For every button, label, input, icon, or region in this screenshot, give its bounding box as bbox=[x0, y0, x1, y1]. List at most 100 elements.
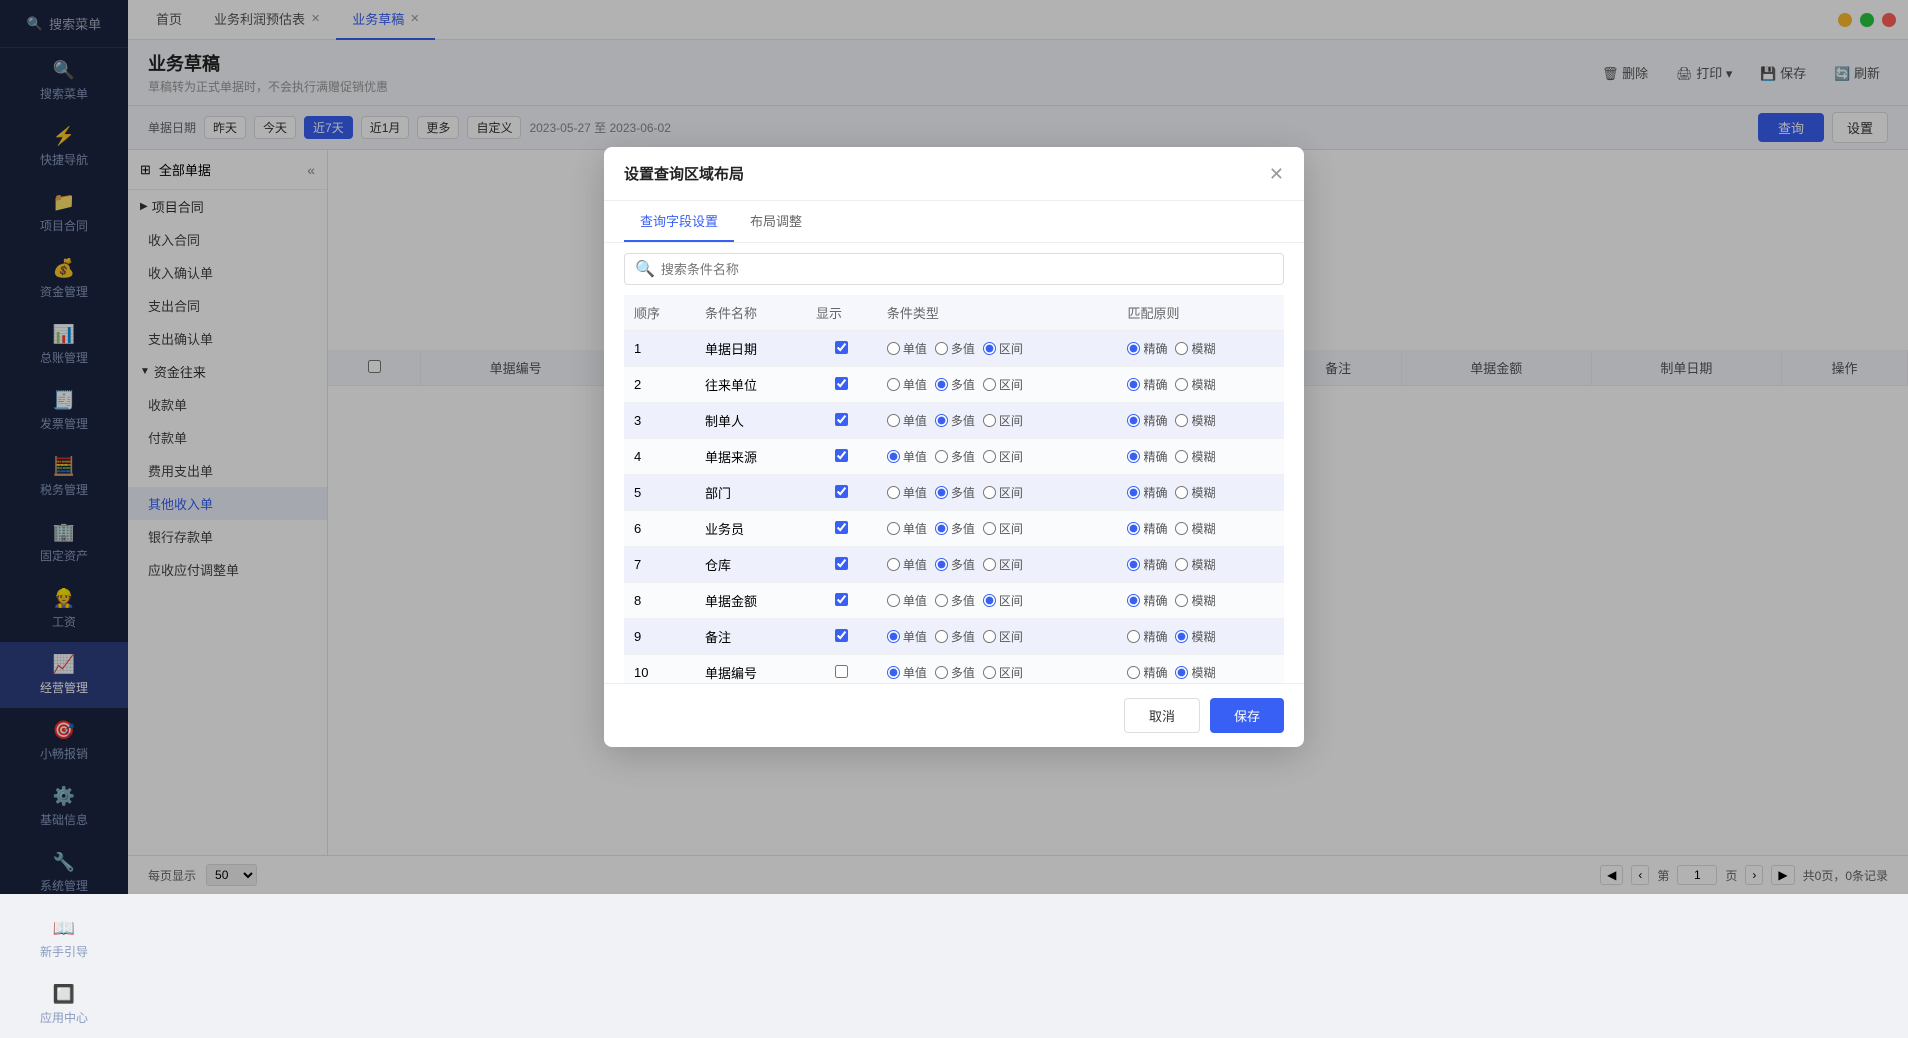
radio-type-多值[interactable]: 多值 bbox=[935, 376, 975, 393]
radio-rule-精确[interactable]: 精确 bbox=[1127, 412, 1167, 429]
cell-condtype: 单值 多值 区间 bbox=[877, 331, 1118, 367]
radio-type-单值[interactable]: 单值 bbox=[887, 376, 927, 393]
table-row: 7 仓库 单值 多值 区间 bbox=[624, 547, 1284, 583]
cell-name: 单据来源 bbox=[695, 439, 806, 475]
radio-rule-模糊[interactable]: 模糊 bbox=[1175, 520, 1215, 537]
cell-display[interactable] bbox=[806, 511, 877, 547]
radio-type-单值[interactable]: 单值 bbox=[887, 484, 927, 501]
cell-display[interactable] bbox=[806, 475, 877, 511]
cell-name: 单据编号 bbox=[695, 655, 806, 684]
radio-type-区间[interactable]: 区间 bbox=[983, 340, 1023, 357]
display-checkbox-3[interactable] bbox=[835, 449, 848, 462]
radio-rule-精确[interactable]: 精确 bbox=[1127, 340, 1167, 357]
display-checkbox-4[interactable] bbox=[835, 485, 848, 498]
cell-display[interactable] bbox=[806, 403, 877, 439]
radio-rule-模糊[interactable]: 模糊 bbox=[1175, 340, 1215, 357]
display-checkbox-6[interactable] bbox=[835, 557, 848, 570]
th-display: 显示 bbox=[806, 295, 877, 331]
radio-type-单值[interactable]: 单值 bbox=[887, 520, 927, 537]
dialog-search-area: 🔍 bbox=[604, 243, 1304, 295]
radio-type-单值[interactable]: 单值 bbox=[887, 592, 927, 609]
cell-condtype: 单值 多值 区间 bbox=[877, 403, 1118, 439]
display-checkbox-2[interactable] bbox=[835, 413, 848, 426]
radio-type-区间[interactable]: 区间 bbox=[983, 664, 1023, 681]
save-dialog-button[interactable]: 保存 bbox=[1210, 698, 1284, 733]
radio-type-区间[interactable]: 区间 bbox=[983, 628, 1023, 645]
radio-type-单值[interactable]: 单值 bbox=[887, 556, 927, 573]
radio-type-多值[interactable]: 多值 bbox=[935, 556, 975, 573]
radio-rule-模糊[interactable]: 模糊 bbox=[1175, 448, 1215, 465]
radio-type-单值[interactable]: 单值 bbox=[887, 340, 927, 357]
display-checkbox-9[interactable] bbox=[835, 665, 848, 678]
radio-rule-精确[interactable]: 精确 bbox=[1127, 448, 1167, 465]
radio-type-区间[interactable]: 区间 bbox=[983, 592, 1023, 609]
display-checkbox-0[interactable] bbox=[835, 341, 848, 354]
sidebar-item-14[interactable]: 🔲 应用中心 bbox=[0, 972, 128, 1038]
radio-rule-精确[interactable]: 精确 bbox=[1127, 664, 1167, 681]
cell-matchrule: 精确 模糊 bbox=[1117, 583, 1284, 619]
radio-rule-精确[interactable]: 精确 bbox=[1127, 484, 1167, 501]
cell-matchrule: 精确 模糊 bbox=[1117, 403, 1284, 439]
radio-type-单值[interactable]: 单值 bbox=[887, 412, 927, 429]
display-checkbox-8[interactable] bbox=[835, 629, 848, 642]
radio-type-多值[interactable]: 多值 bbox=[935, 484, 975, 501]
radio-type-多值[interactable]: 多值 bbox=[935, 340, 975, 357]
radio-type-区间[interactable]: 区间 bbox=[983, 484, 1023, 501]
cell-display[interactable] bbox=[806, 331, 877, 367]
radio-type-多值[interactable]: 多值 bbox=[935, 412, 975, 429]
cell-name: 往来单位 bbox=[695, 367, 806, 403]
cell-display[interactable] bbox=[806, 439, 877, 475]
radio-type-多值[interactable]: 多值 bbox=[935, 628, 975, 645]
radio-rule-精确[interactable]: 精确 bbox=[1127, 556, 1167, 573]
cell-condtype: 单值 多值 区间 bbox=[877, 439, 1118, 475]
cell-display[interactable] bbox=[806, 547, 877, 583]
radio-rule-模糊[interactable]: 模糊 bbox=[1175, 592, 1215, 609]
cell-order: 2 bbox=[624, 367, 695, 403]
cell-order: 4 bbox=[624, 439, 695, 475]
radio-rule-模糊[interactable]: 模糊 bbox=[1175, 484, 1215, 501]
radio-type-区间[interactable]: 区间 bbox=[983, 376, 1023, 393]
radio-type-区间[interactable]: 区间 bbox=[983, 412, 1023, 429]
cell-matchrule: 精确 模糊 bbox=[1117, 619, 1284, 655]
radio-rule-模糊[interactable]: 模糊 bbox=[1175, 376, 1215, 393]
cell-order: 7 bbox=[624, 547, 695, 583]
cell-order: 6 bbox=[624, 511, 695, 547]
cell-display[interactable] bbox=[806, 619, 877, 655]
display-checkbox-7[interactable] bbox=[835, 593, 848, 606]
cell-name: 仓库 bbox=[695, 547, 806, 583]
radio-type-单值[interactable]: 单值 bbox=[887, 628, 927, 645]
dialog-table: 顺序 条件名称 显示 条件类型 匹配原则 1 单据日期 单值 bbox=[624, 295, 1284, 683]
cell-name: 业务员 bbox=[695, 511, 806, 547]
radio-rule-精确[interactable]: 精确 bbox=[1127, 592, 1167, 609]
dialog-close-button[interactable]: ✕ bbox=[1269, 165, 1284, 183]
radio-type-单值[interactable]: 单值 bbox=[887, 448, 927, 465]
dialog-tab-fields[interactable]: 查询字段设置 bbox=[624, 201, 734, 242]
cell-display[interactable] bbox=[806, 655, 877, 684]
sidebar-item-13[interactable]: 📖 新手引导 bbox=[0, 906, 128, 972]
radio-rule-模糊[interactable]: 模糊 bbox=[1175, 628, 1215, 645]
radio-type-区间[interactable]: 区间 bbox=[983, 520, 1023, 537]
radio-type-多值[interactable]: 多值 bbox=[935, 448, 975, 465]
cell-display[interactable] bbox=[806, 367, 877, 403]
radio-rule-模糊[interactable]: 模糊 bbox=[1175, 412, 1215, 429]
cancel-button[interactable]: 取消 bbox=[1124, 698, 1200, 733]
cell-name: 备注 bbox=[695, 619, 806, 655]
radio-rule-精确[interactable]: 精确 bbox=[1127, 376, 1167, 393]
radio-type-单值[interactable]: 单值 bbox=[887, 664, 927, 681]
table-row: 1 单据日期 单值 多值 区间 bbox=[624, 331, 1284, 367]
radio-rule-精确[interactable]: 精确 bbox=[1127, 628, 1167, 645]
radio-rule-精确[interactable]: 精确 bbox=[1127, 520, 1167, 537]
cell-display[interactable] bbox=[806, 583, 877, 619]
radio-type-多值[interactable]: 多值 bbox=[935, 592, 975, 609]
dialog-tab-layout[interactable]: 布局调整 bbox=[734, 201, 818, 242]
radio-rule-模糊[interactable]: 模糊 bbox=[1175, 556, 1215, 573]
dialog-search-input[interactable] bbox=[661, 262, 1273, 277]
cell-name: 部门 bbox=[695, 475, 806, 511]
radio-type-多值[interactable]: 多值 bbox=[935, 520, 975, 537]
display-checkbox-5[interactable] bbox=[835, 521, 848, 534]
radio-rule-模糊[interactable]: 模糊 bbox=[1175, 664, 1215, 681]
display-checkbox-1[interactable] bbox=[835, 377, 848, 390]
radio-type-区间[interactable]: 区间 bbox=[983, 556, 1023, 573]
radio-type-多值[interactable]: 多值 bbox=[935, 664, 975, 681]
radio-type-区间[interactable]: 区间 bbox=[983, 448, 1023, 465]
